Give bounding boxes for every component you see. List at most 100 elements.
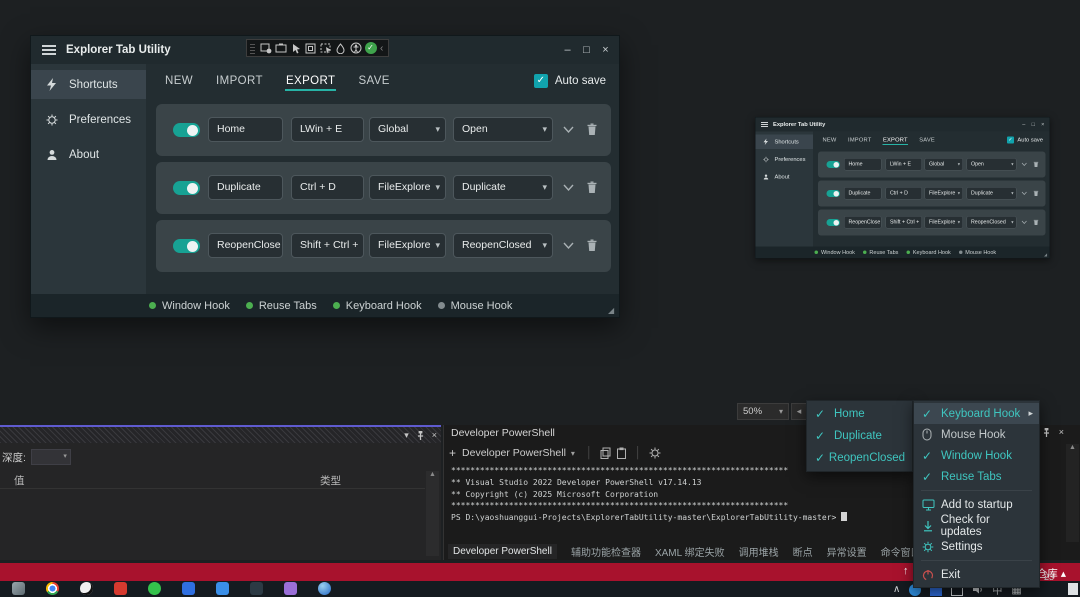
titlebar[interactable]: Explorer Tab Utility ✓ ‹ – □ × [31, 36, 619, 64]
accessibility-checker-icon[interactable] [348, 41, 363, 55]
sidebar: Shortcuts Preferences About [31, 64, 146, 294]
vs-inapp-debug-toolbar[interactable]: ✓ ‹ [246, 39, 390, 57]
hotkey-input[interactable]: Ctrl + D [291, 175, 364, 200]
resize-grip[interactable]: ◢ [608, 306, 616, 315]
screenshot-icon[interactable] [273, 41, 288, 55]
shortcut-row-reopenclosed: ReopenClose Shift + Ctrl + FileExplore ▾ … [156, 220, 611, 272]
enabled-toggle[interactable] [173, 181, 200, 195]
hotkey-input[interactable]: Shift + Ctrl + [291, 233, 364, 258]
close-button[interactable]: × [596, 36, 615, 64]
status-keyboard-hook: Keyboard Hook [332, 300, 422, 312]
action-dropdown[interactable]: ReopenClosed ▾ [453, 233, 553, 258]
shell-selector[interactable]: Developer PowerShell [462, 447, 566, 459]
live-visual-tree-icon[interactable] [258, 41, 273, 55]
close-icon[interactable]: × [432, 430, 437, 440]
action-dropdown[interactable]: Open ▾ [453, 117, 553, 142]
tray-corner-icon[interactable] [1068, 583, 1078, 595]
sidebar-item-preferences[interactable]: Preferences [31, 105, 146, 134]
tray-chevron-up-icon[interactable]: ∧ [893, 584, 900, 595]
menu-item-settings[interactable]: Settings [914, 536, 1039, 557]
close-icon[interactable]: × [1059, 427, 1064, 438]
delete-trash-icon[interactable] [586, 181, 598, 194]
window-position-dropdown-icon[interactable]: ▾ [404, 430, 409, 441]
layout-adorners-icon[interactable] [303, 41, 318, 55]
mumu-icon[interactable] [284, 582, 297, 595]
scope-dropdown[interactable]: FileExplore ▾ [369, 175, 446, 200]
expand-chevron-icon[interactable] [562, 181, 575, 194]
terminal-settings-gear-icon[interactable] [647, 447, 663, 459]
select-element-icon[interactable] [288, 41, 303, 55]
tab-exception-settings[interactable]: 异常设置 [827, 544, 867, 559]
menu-item-keyboard-hook[interactable]: ✓ Keyboard Hook ▸ [914, 403, 1039, 424]
expand-chevron-icon[interactable] [562, 239, 575, 252]
notepad-icon[interactable] [12, 582, 25, 595]
name-input[interactable]: Home [208, 117, 283, 142]
menu-item-check-for-updates[interactable]: Check for updates [914, 514, 1039, 538]
bolt-icon [46, 78, 59, 91]
tab-export[interactable]: EXPORT [284, 66, 337, 96]
scope-dropdown[interactable]: FileExplore ▾ [369, 233, 446, 258]
designer-zoom-dropdown[interactable]: 50% ▾ [737, 403, 789, 420]
thunder-icon[interactable] [114, 582, 127, 595]
menu-item-duplicate[interactable]: ✓ Duplicate [807, 425, 912, 447]
track-focused-element-icon[interactable] [318, 41, 333, 55]
panda-app-icon[interactable] [80, 582, 93, 595]
tab-save[interactable]: SAVE [357, 66, 390, 96]
depth-dropdown[interactable]: ▾ [30, 449, 71, 465]
scroll-up-arrow-icon[interactable]: ↑ [903, 565, 909, 577]
chrome-icon[interactable] [46, 582, 59, 595]
menu-item-add-to-startup[interactable]: Add to startup [914, 494, 1039, 515]
name-input[interactable]: Duplicate [208, 175, 283, 200]
menu-item-window-hook[interactable]: ✓ Window Hook [914, 445, 1039, 466]
hot-reload-icon[interactable] [333, 41, 348, 55]
enabled-toggle[interactable] [173, 239, 200, 253]
steam-icon[interactable] [250, 582, 263, 595]
docs-icon[interactable] [216, 582, 229, 595]
delete-trash-icon[interactable] [586, 239, 598, 252]
tab-call-stack[interactable]: 调用堆栈 [739, 544, 779, 559]
menu-item-exit[interactable]: Exit [914, 564, 1039, 585]
tab-new[interactable]: NEW [164, 66, 194, 96]
hotkey-input[interactable]: LWin + E [291, 117, 364, 142]
qq-mail-icon[interactable] [182, 582, 195, 595]
tab-breakpoints[interactable]: 断点 [793, 544, 813, 559]
chevron-down-icon[interactable]: ▾ [571, 449, 575, 458]
maximize-button[interactable]: □ [577, 36, 596, 64]
tab-developer-powershell[interactable]: Developer PowerShell [448, 544, 557, 559]
blue-sphere-icon[interactable] [318, 582, 331, 595]
paste-icon[interactable] [614, 447, 630, 459]
tab-accessibility-checker[interactable]: 辅助功能检查器 [571, 544, 641, 559]
toolbar-drag-handle-icon[interactable] [250, 42, 255, 54]
copy-icon[interactable] [598, 447, 614, 459]
gear-icon [763, 156, 770, 162]
tool-window-titlebar[interactable]: ▾ × [0, 427, 441, 443]
vertical-scrollbar[interactable]: ▲ [426, 471, 439, 556]
sidebar-item-about[interactable]: About [31, 140, 146, 169]
auto-save-checkbox[interactable]: ✓ Auto save [533, 74, 606, 88]
vertical-scrollbar[interactable]: ▲ [1066, 444, 1079, 542]
hamburger-menu-icon[interactable] [42, 43, 56, 58]
scope-dropdown[interactable]: Global ▾ [369, 117, 446, 142]
toolbar-collapse-icon[interactable]: ‹ [378, 43, 385, 54]
expand-chevron-icon[interactable] [562, 123, 575, 136]
wechat-icon[interactable] [148, 582, 161, 595]
column-value[interactable]: 值 [14, 473, 25, 488]
enabled-toggle[interactable] [173, 123, 200, 137]
menu-item-home[interactable]: ✓ Home [807, 403, 912, 425]
new-terminal-button[interactable]: + [449, 446, 456, 460]
column-type[interactable]: 类型 [320, 473, 341, 488]
action-dropdown[interactable]: Duplicate ▾ [453, 175, 553, 200]
pin-icon[interactable] [416, 430, 425, 441]
sidebar-item-shortcuts[interactable]: Shortcuts [31, 70, 146, 99]
minimize-button[interactable]: – [558, 36, 577, 64]
tab-import[interactable]: IMPORT [215, 66, 264, 96]
watch-tool-window: ▾ × 深度: ▾ 值 类型 ▲ [0, 425, 441, 560]
pin-icon[interactable] [1042, 427, 1051, 438]
designer-collapse-button[interactable]: ◂ [791, 403, 807, 420]
delete-trash-icon[interactable] [586, 123, 598, 136]
tab-xaml-binding-failures[interactable]: XAML 绑定失败 [655, 544, 725, 559]
name-input[interactable]: ReopenClose [208, 233, 283, 258]
menu-item-reuse-tabs[interactable]: ✓ Reuse Tabs [914, 466, 1039, 487]
menu-item-reopenclosed[interactable]: ✓ ReopenClosed [807, 447, 912, 469]
menu-item-mouse-hook[interactable]: Mouse Hook [914, 424, 1039, 445]
